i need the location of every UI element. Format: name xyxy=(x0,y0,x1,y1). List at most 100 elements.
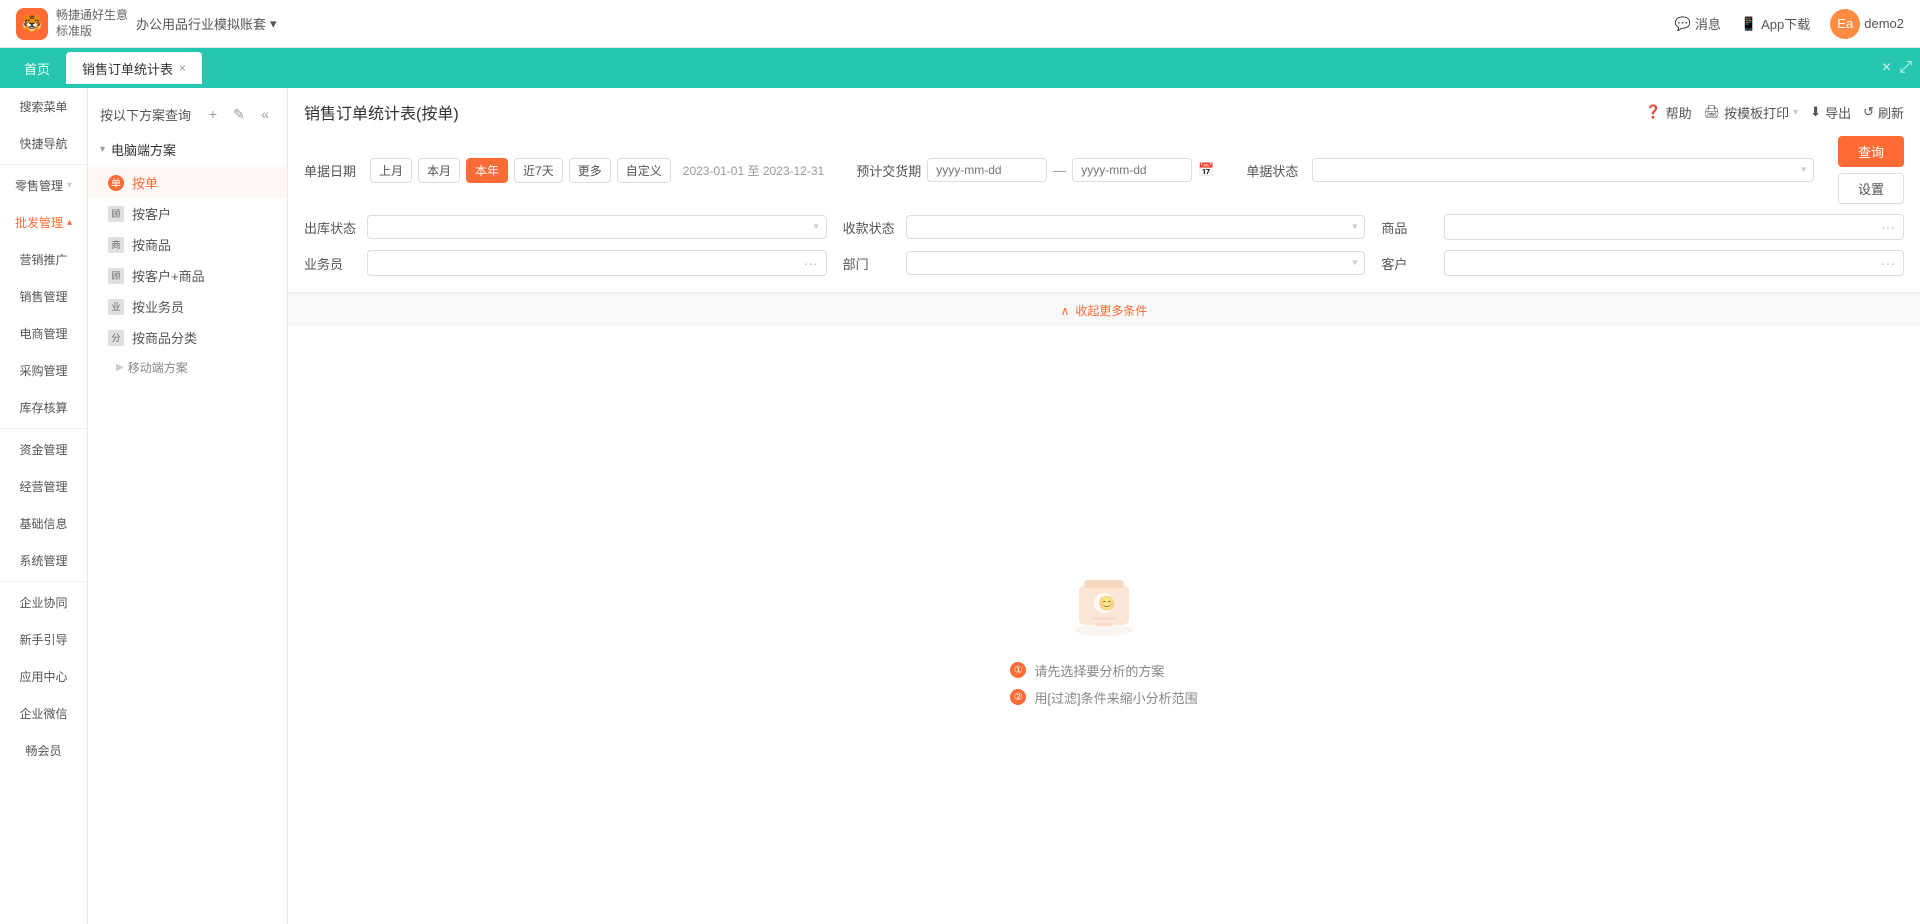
sidebar-divider-1 xyxy=(0,164,87,165)
tab-active[interactable]: 销售订单统计表 × xyxy=(66,52,202,84)
refresh-action[interactable]: ↺ 刷新 xyxy=(1863,103,1904,122)
sidebar-item-newuser[interactable]: 新手引导 xyxy=(0,621,87,658)
salesperson-label: 业务员 xyxy=(304,254,359,273)
tab-controls: × ⤢ xyxy=(1882,59,1912,77)
goods-label: 商品 xyxy=(1381,218,1436,237)
collapse-bar[interactable]: ∧ 收起更多条件 xyxy=(288,293,1920,327)
print-action[interactable]: 🖨 按模板打印 ▾ xyxy=(1704,103,1799,122)
page-title-actions: ❓ 帮助 🖨 按模板打印 ▾ ⬇ 导出 ↺ xyxy=(1645,103,1904,122)
tab-home[interactable]: 首页 xyxy=(8,52,66,84)
date-separator: — xyxy=(1053,163,1066,178)
sidebar-item-operations[interactable]: 经营管理 xyxy=(0,468,87,505)
sidebar-item-basic[interactable]: 基础信息 xyxy=(0,505,87,542)
tree-group-pc[interactable]: ▾ 电脑端方案 xyxy=(88,132,287,167)
query-button[interactable]: 查询 xyxy=(1838,136,1904,167)
logo-area: 🐯 畅捷通好生意 标准版 xyxy=(16,8,128,40)
sidebar-item-system[interactable]: 系统管理 xyxy=(0,542,87,579)
page-content: 按以下方案查询 + ✎ « ▾ 电脑端方案 单 按单 顾 按客户 商 xyxy=(88,88,1920,924)
company-selector[interactable]: 办公用品行业模拟账套 ▾ xyxy=(136,14,277,33)
tree-group-mobile-arrow: ▶ xyxy=(116,362,124,373)
tab-close-icon[interactable]: × xyxy=(179,61,186,75)
settings-button[interactable]: 设置 xyxy=(1838,173,1904,204)
salesperson-dots[interactable]: ··· xyxy=(804,255,818,271)
tree-icon-by-salesperson: 业 xyxy=(108,299,124,315)
predicted-date-end[interactable] xyxy=(1072,158,1192,182)
window-expand-icon[interactable]: ⤢ xyxy=(1899,59,1912,77)
tree-item-by-category[interactable]: 分 按商品分类 xyxy=(88,322,287,353)
avatar: Ea xyxy=(1830,9,1860,39)
empty-hint-1: ① 请先选择要分析的方案 xyxy=(1010,661,1197,680)
sidebar-item-purchase[interactable]: 采购管理 xyxy=(0,352,87,389)
export-action[interactable]: ⬇ 导出 xyxy=(1810,103,1851,122)
sidebar-divider-2 xyxy=(0,428,87,429)
page-title: 销售订单统计表(按单) xyxy=(304,100,459,124)
collapse-arrow-icon: ∧ xyxy=(1061,304,1070,318)
goods-dots[interactable]: ··· xyxy=(1881,219,1895,235)
hint-num-2: ② xyxy=(1010,689,1026,705)
refresh-icon: ↺ xyxy=(1863,104,1874,120)
right-main: 销售订单统计表(按单) ❓ 帮助 🖨 按模板打印 ▾ ⬇ xyxy=(288,88,1920,924)
message-action[interactable]: 💬 消息 xyxy=(1675,14,1721,33)
app-download-action[interactable]: 📱 App下载 xyxy=(1741,14,1810,33)
user-area[interactable]: Ea demo2 xyxy=(1830,9,1904,39)
sidebar-item-inventory[interactable]: 库存核算 xyxy=(0,389,87,426)
tree-icon-by-customer: 顾 xyxy=(108,206,124,222)
export-icon: ⬇ xyxy=(1810,104,1821,120)
header-right: 💬 消息 📱 App下载 Ea demo2 xyxy=(1675,9,1904,39)
customer-dots[interactable]: ··· xyxy=(1881,255,1895,271)
sidebar-item-marketing[interactable]: 营销推广 xyxy=(0,241,87,278)
tree-group-pc-arrow: ▾ xyxy=(100,144,105,155)
tree-icon-by-order: 单 xyxy=(108,175,124,191)
date-btn-more[interactable]: 更多 xyxy=(569,158,611,183)
tree-item-by-customer-goods[interactable]: 顾 按客户+商品 xyxy=(88,260,287,291)
date-btn-custom[interactable]: 自定义 xyxy=(617,158,671,183)
window-close-icon[interactable]: × xyxy=(1882,59,1891,77)
date-btn-year[interactable]: 本年 xyxy=(466,158,508,183)
status-select[interactable] xyxy=(1312,158,1814,182)
sidebar-item-vip[interactable]: 畅会员 xyxy=(0,732,87,769)
calendar-icon-1[interactable]: 📅 xyxy=(1198,162,1214,178)
sidebar-item-search-menu[interactable]: 搜索菜单 xyxy=(0,88,87,125)
tree-icon-by-goods: 商 xyxy=(108,237,124,253)
sidebar-item-retail[interactable]: 零售管理 ▾ xyxy=(0,167,87,204)
date-btn-prev[interactable]: 上月 xyxy=(370,158,412,183)
tree-group-mobile[interactable]: ▶ 移动端方案 xyxy=(88,353,287,382)
sidebar-item-quick-nav[interactable]: 快捷导航 xyxy=(0,125,87,162)
result-area: 😊 ① 请先选择要分析的方案 ② 用[过滤]条件来缩小分析范围 xyxy=(288,327,1920,924)
download-icon: 📱 xyxy=(1741,16,1757,32)
sidebar-item-finance[interactable]: 资金管理 xyxy=(0,431,87,468)
predicted-date-start[interactable] xyxy=(927,158,1047,182)
tree-item-by-order[interactable]: 单 按单 xyxy=(88,167,287,198)
message-icon: 💬 xyxy=(1675,16,1691,32)
left-panel: 按以下方案查询 + ✎ « ▾ 电脑端方案 单 按单 顾 按客户 商 xyxy=(88,88,288,924)
panel-collapse-btn[interactable]: « xyxy=(255,104,275,124)
panel-header: 按以下方案查询 + ✎ « xyxy=(88,96,287,132)
panel-action-icons: + ✎ « xyxy=(203,104,275,124)
date-btn-cur[interactable]: 本月 xyxy=(418,158,460,183)
status-label: 单据状态 xyxy=(1246,161,1306,180)
payment-status-select[interactable] xyxy=(906,215,1366,239)
svg-text:😊: 😊 xyxy=(1098,595,1115,611)
tree-item-by-goods[interactable]: 商 按商品 xyxy=(88,229,287,260)
customer-label: 客户 xyxy=(1381,254,1436,273)
tree-item-by-salesperson[interactable]: 业 按业务员 xyxy=(88,291,287,322)
sidebar-item-wholesale[interactable]: 批发管理 ▴ xyxy=(0,204,87,241)
sidebar-item-ecommerce[interactable]: 电商管理 xyxy=(0,315,87,352)
sidebar-divider-3 xyxy=(0,581,87,582)
ship-status-select[interactable] xyxy=(367,215,827,239)
tree-icon-by-category: 分 xyxy=(108,330,124,346)
department-select[interactable] xyxy=(906,251,1366,275)
filter-area: 销售订单统计表(按单) ❓ 帮助 🖨 按模板打印 ▾ ⬇ xyxy=(288,88,1920,293)
sidebar-item-enterprise[interactable]: 企业协同 xyxy=(0,584,87,621)
date-btn-7days[interactable]: 近7天 xyxy=(514,158,563,183)
sidebar-item-apps[interactable]: 应用中心 xyxy=(0,658,87,695)
help-icon: ❓ xyxy=(1645,104,1661,120)
payment-status-label: 收款状态 xyxy=(843,218,898,237)
sidebar-item-wechat[interactable]: 企业微信 xyxy=(0,695,87,732)
sidebar-item-sales[interactable]: 销售管理 xyxy=(0,278,87,315)
panel-edit-btn[interactable]: ✎ xyxy=(229,104,249,124)
tree-item-by-customer[interactable]: 顾 按客户 xyxy=(88,198,287,229)
help-action[interactable]: ❓ 帮助 xyxy=(1645,103,1691,122)
hint-num-1: ① xyxy=(1010,662,1026,678)
panel-add-btn[interactable]: + xyxy=(203,104,223,124)
